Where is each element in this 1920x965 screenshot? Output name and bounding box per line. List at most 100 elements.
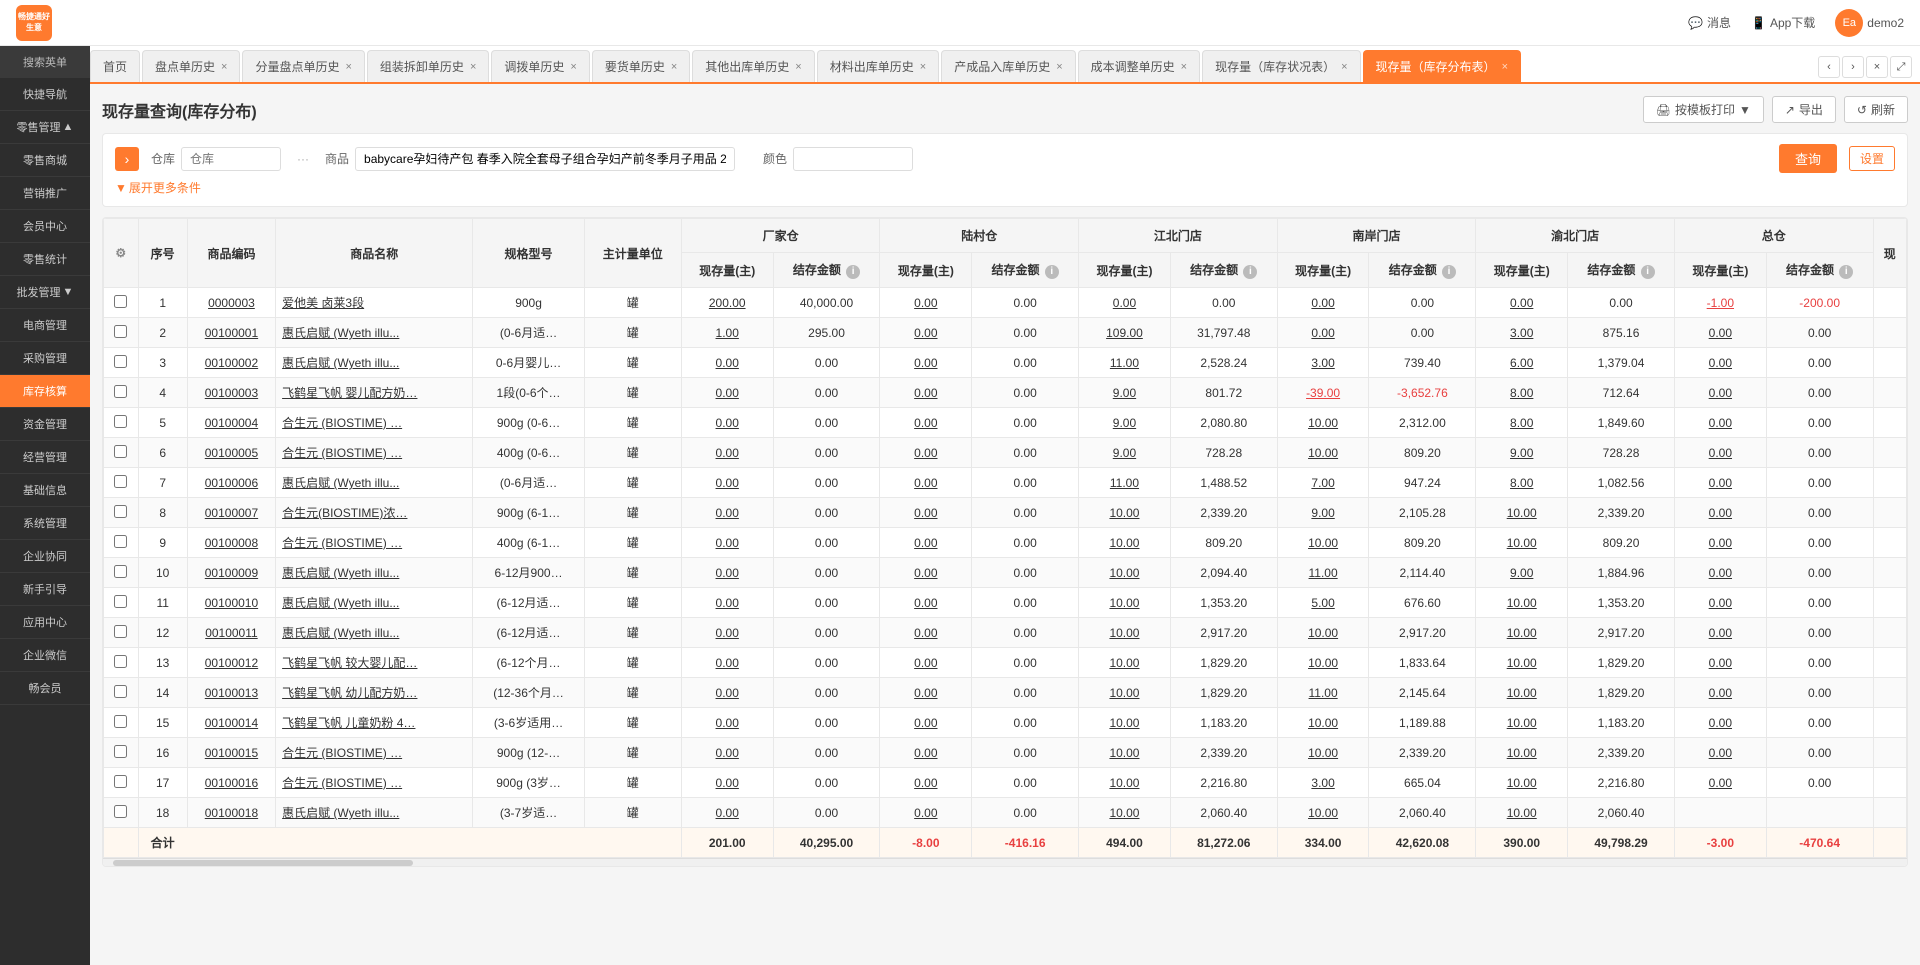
row-lucun-qty[interactable]: 0.00 — [880, 468, 972, 498]
row-factory-qty[interactable]: 0.00 — [681, 558, 773, 588]
row-lucun-qty[interactable]: 0.00 — [880, 438, 972, 468]
tab-other-out[interactable]: 其他出库单历史 × — [692, 50, 814, 82]
tab-close-icon[interactable]: × — [570, 61, 576, 73]
row-na-qty[interactable]: 10.00 — [1277, 438, 1369, 468]
row-name[interactable]: 飞鹤星飞帆 幼儿配方奶… — [276, 678, 473, 708]
row-na-qty[interactable]: 10.00 — [1277, 798, 1369, 828]
user-menu[interactable]: Ea demo2 — [1835, 9, 1904, 37]
tab-close-icon[interactable]: × — [795, 61, 801, 73]
row-jb-qty[interactable]: 9.00 — [1079, 378, 1171, 408]
row-factory-qty[interactable]: 0.00 — [681, 588, 773, 618]
row-factory-qty[interactable]: 0.00 — [681, 378, 773, 408]
sidebar-item-member[interactable]: 会员中心 — [0, 210, 90, 243]
print-btn[interactable]: 🖨 按模板打印 ▼ — [1643, 96, 1764, 123]
row-total-qty[interactable]: 0.00 — [1674, 318, 1766, 348]
tab-cost-adjust[interactable]: 成本调整单历史 × — [1078, 50, 1200, 82]
row-lucun-qty[interactable]: 0.00 — [880, 378, 972, 408]
row-factory-qty[interactable]: 0.00 — [681, 618, 773, 648]
tab-branch-inventory[interactable]: 分量盘点单历史 × — [242, 50, 364, 82]
sidebar-item-wholesale[interactable]: 批发管理▼ — [0, 276, 90, 309]
row-na-qty[interactable]: 5.00 — [1277, 588, 1369, 618]
jb-amt-info-icon[interactable]: i — [1243, 265, 1257, 279]
row-yb-qty[interactable]: 0.00 — [1476, 288, 1568, 318]
row-name[interactable]: 惠氏启赋 (Wyeth illu... — [276, 558, 473, 588]
row-na-qty[interactable]: 9.00 — [1277, 498, 1369, 528]
tab-product-in[interactable]: 产成品入库单历史 × — [941, 50, 1075, 82]
row-code[interactable]: 0000003 — [187, 288, 275, 318]
row-jb-qty[interactable]: 10.00 — [1079, 708, 1171, 738]
sidebar-item-member2[interactable]: 畅会员 — [0, 672, 90, 705]
row-yb-qty[interactable]: 10.00 — [1476, 768, 1568, 798]
row-code[interactable]: 00100001 — [187, 318, 275, 348]
row-total-qty[interactable]: 0.00 — [1674, 498, 1766, 528]
row-factory-qty[interactable]: 0.00 — [681, 498, 773, 528]
sidebar-search[interactable]: 搜索英单 — [0, 46, 90, 78]
tab-close-icon[interactable]: × — [1181, 61, 1187, 73]
tab-close-icon[interactable]: × — [1502, 61, 1508, 73]
row-yb-qty[interactable]: 10.00 — [1476, 618, 1568, 648]
row-code[interactable]: 00100015 — [187, 738, 275, 768]
row-jb-qty[interactable]: 10.00 — [1079, 498, 1171, 528]
row-factory-qty[interactable]: 0.00 — [681, 438, 773, 468]
row-total-qty[interactable]: 0.00 — [1674, 408, 1766, 438]
tab-prev-btn[interactable]: ‹ — [1818, 56, 1840, 78]
expand-conditions-btn[interactable]: ▼ 展开更多条件 — [115, 179, 1895, 196]
row-code[interactable]: 00100009 — [187, 558, 275, 588]
tab-close-icon[interactable]: × — [1341, 61, 1347, 73]
row-na-qty[interactable]: 3.00 — [1277, 768, 1369, 798]
row-na-qty[interactable]: -39.00 — [1277, 378, 1369, 408]
row-jb-qty[interactable]: 10.00 — [1079, 588, 1171, 618]
sidebar-item-retail-shop[interactable]: 零售商城 — [0, 144, 90, 177]
row-na-qty[interactable]: 0.00 — [1277, 318, 1369, 348]
row-jb-qty[interactable]: 10.00 — [1079, 768, 1171, 798]
row-na-qty[interactable]: 10.00 — [1277, 408, 1369, 438]
row-name[interactable]: 惠氏启赋 (Wyeth illu... — [276, 798, 473, 828]
row-yb-qty[interactable]: 10.00 — [1476, 588, 1568, 618]
row-checkbox[interactable] — [104, 678, 139, 708]
tab-stock-status[interactable]: 现存量（库存状况表） × — [1202, 50, 1360, 82]
row-yb-qty[interactable]: 9.00 — [1476, 438, 1568, 468]
row-lucun-qty[interactable]: 0.00 — [880, 708, 972, 738]
app-download-btn[interactable]: 📱 App下载 — [1751, 14, 1815, 31]
row-code[interactable]: 00100014 — [187, 708, 275, 738]
row-name[interactable]: 惠氏启赋 (Wyeth illu... — [276, 588, 473, 618]
row-yb-qty[interactable]: 10.00 — [1476, 738, 1568, 768]
row-name[interactable]: 合生元 (BIOSTIME) … — [276, 528, 473, 558]
row-checkbox[interactable] — [104, 408, 139, 438]
tab-home[interactable]: 首页 — [90, 50, 140, 82]
na-amt-info-icon[interactable]: i — [1442, 265, 1456, 279]
query-btn[interactable]: 查询 — [1779, 144, 1837, 173]
row-lucun-qty[interactable]: 0.00 — [880, 678, 972, 708]
row-jb-qty[interactable]: 10.00 — [1079, 528, 1171, 558]
row-yb-qty[interactable]: 10.00 — [1476, 648, 1568, 678]
row-jb-qty[interactable]: 10.00 — [1079, 558, 1171, 588]
row-total-qty[interactable]: 0.00 — [1674, 768, 1766, 798]
row-total-qty[interactable]: 0.00 — [1674, 618, 1766, 648]
tab-material-out[interactable]: 材料出库单历史 × — [817, 50, 939, 82]
sidebar-item-ecommerce[interactable]: 电商管理 — [0, 309, 90, 342]
row-checkbox[interactable] — [104, 288, 139, 318]
row-name[interactable]: 飞鹤星飞帆 儿童奶粉 4… — [276, 708, 473, 738]
tab-group-disassemble[interactable]: 组装拆卸单历史 × — [367, 50, 489, 82]
row-checkbox[interactable] — [104, 798, 139, 828]
row-lucun-qty[interactable]: 0.00 — [880, 648, 972, 678]
row-jb-qty[interactable]: 0.00 — [1079, 288, 1171, 318]
yb-amt-info-icon[interactable]: i — [1641, 265, 1655, 279]
row-name[interactable]: 合生元 (BIOSTIME) … — [276, 438, 473, 468]
tab-expand-btn[interactable]: ⤢ — [1890, 56, 1912, 78]
row-lucun-qty[interactable]: 0.00 — [880, 288, 972, 318]
horizontal-scrollbar[interactable] — [103, 858, 1907, 866]
row-checkbox[interactable] — [104, 738, 139, 768]
row-lucun-qty[interactable]: 0.00 — [880, 408, 972, 438]
tab-close-icon[interactable]: × — [345, 61, 351, 73]
sidebar-item-app-center[interactable]: 应用中心 — [0, 606, 90, 639]
tab-close-icon[interactable]: × — [920, 61, 926, 73]
row-na-qty[interactable]: 10.00 — [1277, 618, 1369, 648]
row-code[interactable]: 00100008 — [187, 528, 275, 558]
row-name[interactable]: 惠氏启赋 (Wyeth illu... — [276, 318, 473, 348]
row-lucun-qty[interactable]: 0.00 — [880, 798, 972, 828]
row-name[interactable]: 惠氏启赋 (Wyeth illu... — [276, 618, 473, 648]
row-checkbox[interactable] — [104, 618, 139, 648]
row-code[interactable]: 00100016 — [187, 768, 275, 798]
row-factory-qty[interactable]: 0.00 — [681, 648, 773, 678]
